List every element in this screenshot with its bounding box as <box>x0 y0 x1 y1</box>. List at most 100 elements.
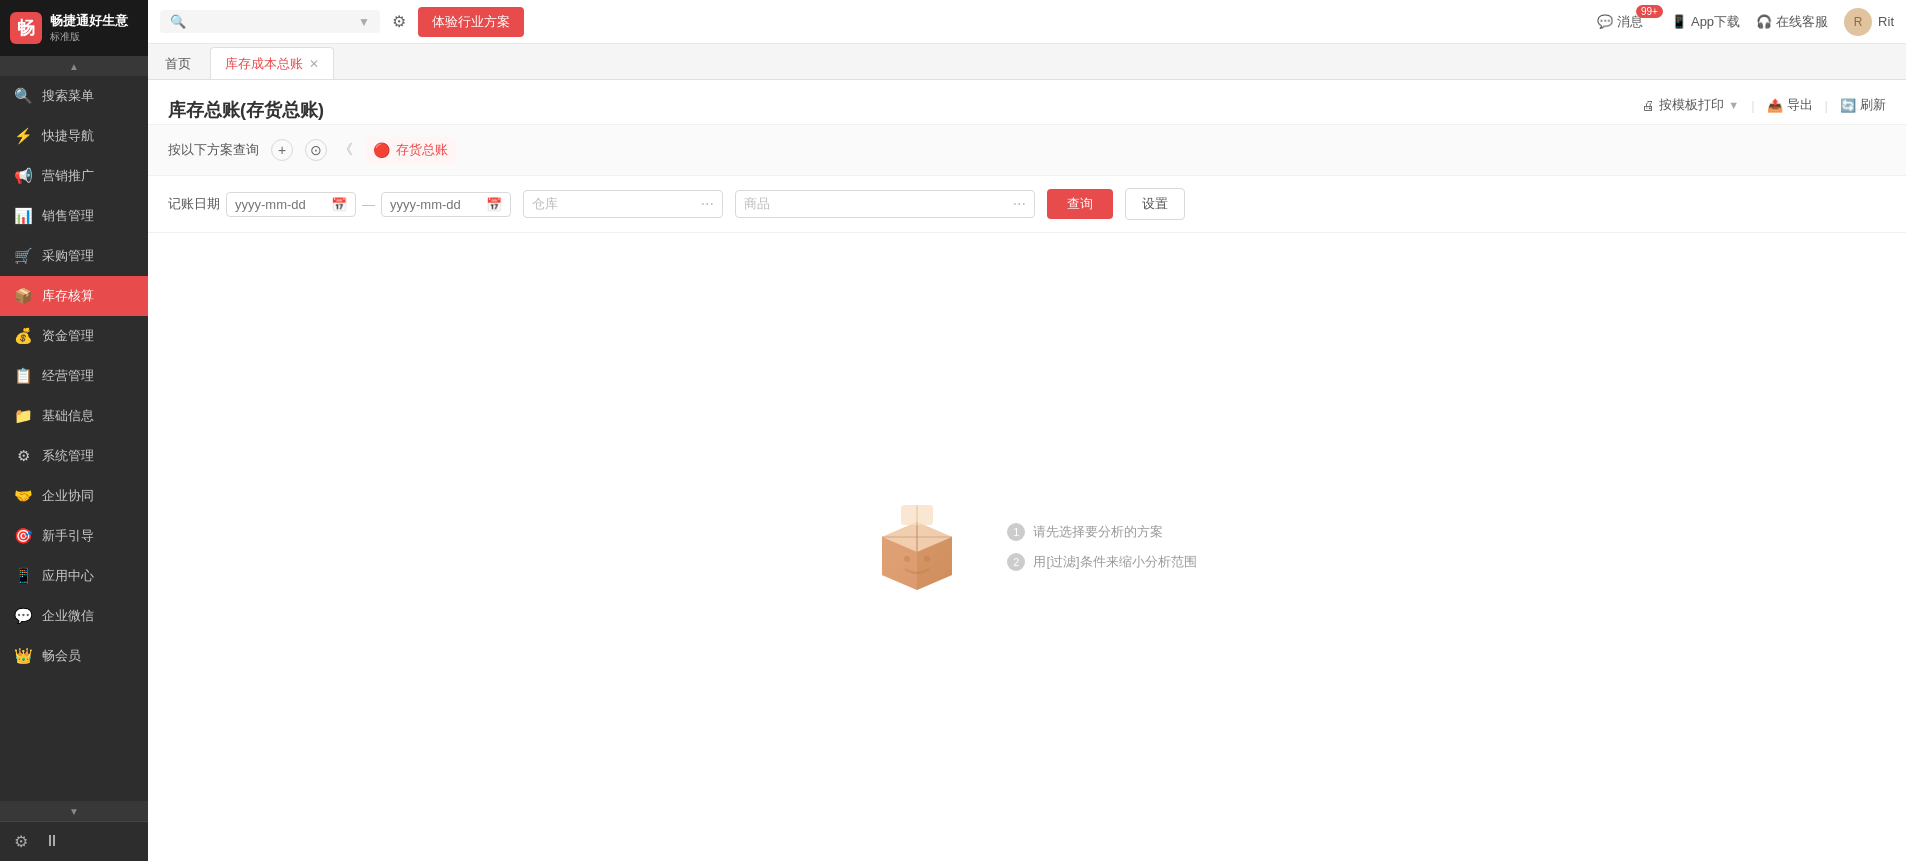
query-button[interactable]: 查询 <box>1047 189 1113 219</box>
sidebar-item-finance[interactable]: 💰 资金管理 <box>0 316 148 356</box>
product-more-icon[interactable]: ··· <box>1013 195 1026 213</box>
date-end-input[interactable] <box>390 197 480 212</box>
sidebar-item-label: 系统管理 <box>42 447 94 465</box>
app-download-item[interactable]: 📱 App下载 <box>1671 13 1740 31</box>
warehouse-label: 仓库 <box>532 195 695 213</box>
footer-audio-icon[interactable]: ⏸ <box>44 832 60 851</box>
wechat-nav-icon: 💬 <box>14 607 32 625</box>
date-start-wrapper[interactable]: 📅 <box>226 192 356 217</box>
app-download-icon: 📱 <box>1671 14 1687 29</box>
calendar-start-icon[interactable]: 📅 <box>331 197 347 212</box>
empty-illustration <box>857 487 977 607</box>
tab-inventory-ledger[interactable]: 库存成本总账 ✕ <box>210 47 334 79</box>
sidebar-item-enterprise[interactable]: 🤝 企业协同 <box>0 476 148 516</box>
sidebar-item-search[interactable]: 🔍 搜索菜单 <box>0 76 148 116</box>
message-badge: 99+ <box>1636 5 1663 18</box>
sidebar-item-label: 销售管理 <box>42 207 94 225</box>
print-icon: 🖨 <box>1642 98 1655 113</box>
search-topbar-icon: 🔍 <box>170 14 186 29</box>
product-label: 商品 <box>744 195 1007 213</box>
empty-tips: 1 请先选择要分析的方案 2 用[过滤]条件来缩小分析范围 <box>1007 523 1196 571</box>
filter-row: 记账日期 📅 — 📅 仓库 ··· 商品 ··· 查询 设置 <box>148 176 1906 233</box>
filter-bar: 按以下方案查询 + ⊙ 《 🔴 存货总账 <box>148 125 1906 176</box>
main-area: 🔍 ▼ ⚙ 体验行业方案 💬 消息 99+ 📱 App下载 🎧 在线客服 R R… <box>148 0 1906 861</box>
sidebar-item-marketing[interactable]: 📢 营销推广 <box>0 156 148 196</box>
sidebar-item-operations[interactable]: 📋 经营管理 <box>0 356 148 396</box>
app-download-label: App下载 <box>1691 13 1740 31</box>
calendar-end-icon[interactable]: 📅 <box>486 197 502 212</box>
sidebar-item-sales[interactable]: 📊 销售管理 <box>0 196 148 236</box>
search-nav-icon: 🔍 <box>14 87 32 105</box>
basic-nav-icon: 📁 <box>14 407 32 425</box>
refresh-icon: 🔄 <box>1840 98 1856 113</box>
sidebar-item-inventory[interactable]: 📦 库存核算 <box>0 276 148 316</box>
topbar-user[interactable]: R Rit <box>1844 8 1894 36</box>
sidebar-item-label: 营销推广 <box>42 167 94 185</box>
sidebar-item-basic[interactable]: 📁 基础信息 <box>0 396 148 436</box>
topbar: 🔍 ▼ ⚙ 体验行业方案 💬 消息 99+ 📱 App下载 🎧 在线客服 R R… <box>148 0 1906 44</box>
sidebar-item-newbie[interactable]: 🎯 新手引导 <box>0 516 148 556</box>
settings-button[interactable]: 设置 <box>1125 188 1185 220</box>
online-service-item[interactable]: 🎧 在线客服 <box>1756 13 1828 31</box>
sidebar-item-wechat[interactable]: 💬 企业微信 <box>0 596 148 636</box>
headset-icon: 🎧 <box>1756 14 1772 29</box>
sidebar-footer: ⚙ ⏸ <box>0 821 148 861</box>
topbar-settings-icon[interactable]: ⚙ <box>388 8 410 35</box>
enterprise-nav-icon: 🤝 <box>14 487 32 505</box>
purchase-nav-icon: 🛒 <box>14 247 32 265</box>
print-dropdown-icon[interactable]: ▼ <box>1728 99 1739 111</box>
empty-box-svg <box>857 487 977 607</box>
sidebar-item-vip[interactable]: 👑 畅会员 <box>0 636 148 676</box>
sidebar-item-purchase[interactable]: 🛒 采购管理 <box>0 236 148 276</box>
page-header-actions: 🖨 按模板打印 ▼ | 📤 导出 | 🔄 刷新 <box>1642 96 1886 124</box>
logo-icon: 畅 <box>10 12 42 44</box>
refresh-label: 刷新 <box>1860 96 1886 114</box>
sidebar-scroll-down[interactable]: ▼ <box>0 801 148 821</box>
date-filter-field: 记账日期 📅 — 📅 <box>168 192 511 217</box>
refresh-action[interactable]: 🔄 刷新 <box>1840 96 1886 114</box>
industry-btn[interactable]: 体验行业方案 <box>418 7 524 37</box>
export-action[interactable]: 📤 导出 <box>1767 96 1813 114</box>
appstore-nav-icon: 📱 <box>14 567 32 585</box>
sidebar-item-label: 快捷导航 <box>42 127 94 145</box>
sidebar-item-shortcut[interactable]: ⚡ 快捷导航 <box>0 116 148 156</box>
sidebar-logo: 畅 畅捷通好生意 标准版 <box>0 0 148 56</box>
topbar-search-input[interactable] <box>192 14 352 29</box>
operations-nav-icon: 📋 <box>14 367 32 385</box>
topbar-right: 💬 消息 99+ 📱 App下载 🎧 在线客服 R Rit <box>1597 8 1894 36</box>
sales-nav-icon: 📊 <box>14 207 32 225</box>
user-name: Rit <box>1878 14 1894 29</box>
date-start-input[interactable] <box>235 197 325 212</box>
print-label: 按模板打印 <box>1659 96 1724 114</box>
tab-home-label: 首页 <box>165 55 191 73</box>
message-badge-item[interactable]: 💬 消息 99+ <box>1597 13 1655 31</box>
product-select[interactable]: 商品 ··· <box>735 190 1035 218</box>
tab-home[interactable]: 首页 <box>148 47 208 79</box>
filter-del-button[interactable]: ⊙ <box>305 139 327 161</box>
sidebar-item-label: 经营管理 <box>42 367 94 385</box>
topbar-search-dropdown[interactable]: ▼ <box>358 15 370 29</box>
logo-main: 畅捷通好生意 <box>50 13 128 30</box>
filter-collapse-button[interactable]: 《 <box>339 141 353 159</box>
sidebar: 畅 畅捷通好生意 标准版 ▲ 🔍 搜索菜单 ⚡ 快捷导航 📢 营销推广 📊 销售… <box>0 0 148 861</box>
empty-tip-2: 2 用[过滤]条件来缩小分析范围 <box>1007 553 1196 571</box>
inventory-nav-icon: 📦 <box>14 287 32 305</box>
action-divider-2: | <box>1825 98 1828 113</box>
date-end-wrapper[interactable]: 📅 <box>381 192 511 217</box>
sidebar-item-system[interactable]: ⚙ 系统管理 <box>0 436 148 476</box>
tabbar: 首页 库存成本总账 ✕ <box>148 44 1906 80</box>
warehouse-select[interactable]: 仓库 ··· <box>523 190 723 218</box>
print-action[interactable]: 🖨 按模板打印 ▼ <box>1642 96 1739 114</box>
avatar: R <box>1844 8 1872 36</box>
sidebar-item-appstore[interactable]: 📱 应用中心 <box>0 556 148 596</box>
filter-scheme-item[interactable]: 🔴 存货总账 <box>365 137 456 163</box>
footer-settings-icon[interactable]: ⚙ <box>14 832 28 851</box>
svg-point-6 <box>904 556 910 562</box>
tab-close-icon[interactable]: ✕ <box>309 58 319 70</box>
sidebar-scroll-up[interactable]: ▲ <box>0 56 148 76</box>
topbar-search-area[interactable]: 🔍 ▼ <box>160 10 380 33</box>
warehouse-more-icon[interactable]: ··· <box>701 195 714 213</box>
filter-add-button[interactable]: + <box>271 139 293 161</box>
sidebar-item-label: 资金管理 <box>42 327 94 345</box>
sidebar-item-label: 畅会员 <box>42 647 81 665</box>
